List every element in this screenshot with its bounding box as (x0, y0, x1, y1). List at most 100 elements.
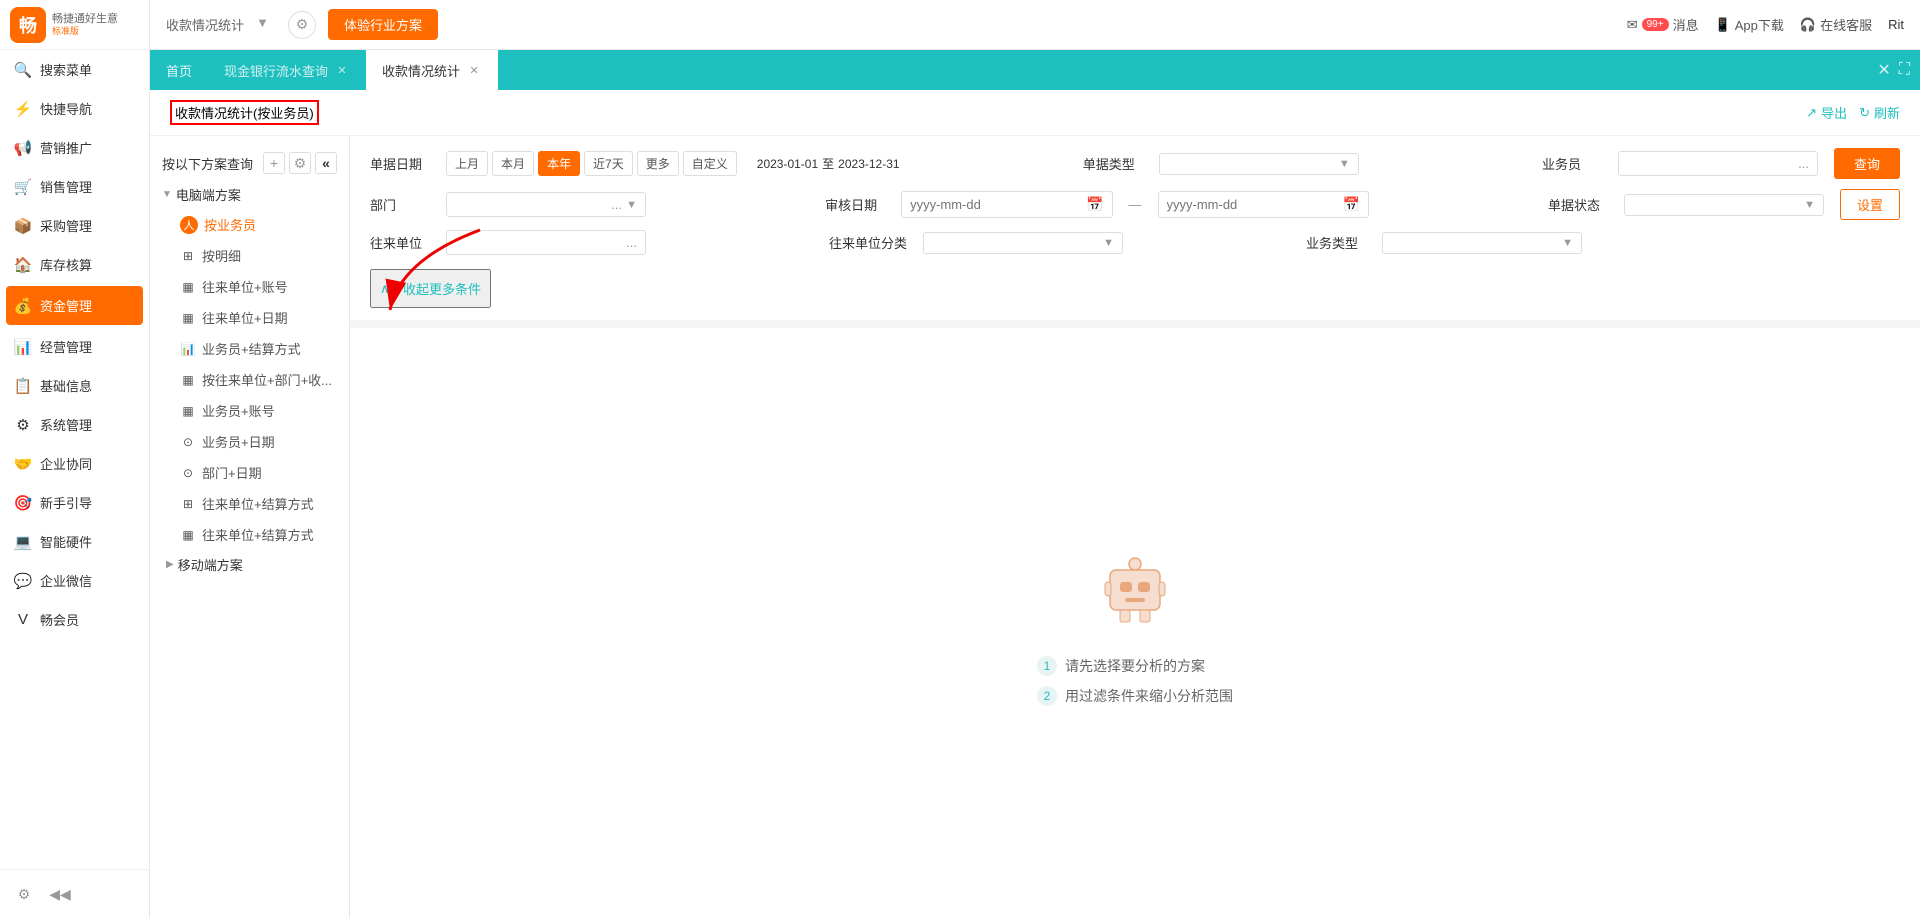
sales-icon: 🛒 (14, 178, 32, 196)
refresh-btn[interactable]: ↻ 刷新 (1859, 103, 1900, 122)
settings-icon[interactable]: ⚙ (10, 880, 38, 908)
tab-expand-icon[interactable]: ⛶ (1899, 61, 1910, 79)
grid-icon: ⊞ (180, 248, 196, 264)
finance-icon: 💰 (14, 297, 32, 315)
refresh-icon: ↻ (1859, 105, 1870, 121)
mobile-group-header[interactable]: ▶ 移动端方案 (150, 550, 349, 579)
partner-more-icon[interactable]: ... (626, 235, 637, 250)
tree-item-partner-dept[interactable]: ▦ 按往来单位+部门+收... (150, 364, 349, 395)
tab-close-all-icon[interactable]: ✕ (1877, 60, 1890, 80)
add-scheme-btn[interactable]: + (263, 152, 285, 174)
collapse-sidebar-icon[interactable]: ◀◀ (46, 880, 74, 908)
filter-row-1: 单据日期 上月 本月 本年 近7天 更多 自定义 2023-01-01 至 (370, 148, 1900, 179)
tree-item-partner-settlement2[interactable]: ▦ 往来单位+结算方式 (150, 519, 349, 550)
tab-home[interactable]: 首页 (150, 50, 208, 90)
sidebar-item-quick[interactable]: ⚡ 快捷导航 (0, 89, 149, 128)
sidebar-item-system[interactable]: ⚙ 系统管理 (0, 405, 149, 444)
desktop-group-header[interactable]: ▼ 电脑端方案 (150, 180, 349, 209)
right-panel: 单据日期 上月 本月 本年 近7天 更多 自定义 2023-01-01 至 (350, 136, 1920, 918)
collapse-panel-btn[interactable]: « (315, 152, 337, 174)
quick-icon: ⚡ (14, 100, 32, 118)
sidebar-item-hardware[interactable]: 💻 智能硬件 (0, 522, 149, 561)
dropdown-icon[interactable]: ▼ (256, 15, 276, 35)
sidebar-item-inventory[interactable]: 🏠 库存核算 (0, 245, 149, 284)
settings-scheme-btn[interactable]: ⚙ (289, 152, 311, 174)
date-btn-more[interactable]: 更多 (637, 151, 679, 176)
message-action[interactable]: ✉ 99+ 消息 (1627, 15, 1699, 34)
sidebar-item-guide[interactable]: 🎯 新手引导 (0, 483, 149, 522)
sidebar-item-corp[interactable]: 🤝 企业协同 (0, 444, 149, 483)
topbar: 收款情况统计 ▼ ⚙ 体验行业方案 ✉ 99+ 消息 📱 App下载 🎧 在线客… (150, 0, 1920, 50)
sidebar-item-basic[interactable]: 📋 基础信息 (0, 366, 149, 405)
page-body: 收款情况统计(按业务员) ↗ 导出 ↻ 刷新 按以下方案查询 + (150, 90, 1920, 918)
settings-gear-icon[interactable]: ⚙ (288, 11, 316, 39)
app-download-action[interactable]: 📱 App下载 (1715, 15, 1784, 34)
date-btn-7days[interactable]: 近7天 (584, 151, 633, 176)
doc-status-select[interactable]: ▼ (1624, 194, 1824, 216)
tab-bank-close[interactable]: ✕ (334, 62, 350, 78)
calendar-to-icon[interactable]: 📅 (1343, 196, 1360, 213)
user-avatar[interactable]: Rit (1888, 17, 1904, 32)
sidebar-item-sales[interactable]: 🛒 销售管理 (0, 167, 149, 206)
doc-type-select[interactable]: ▼ (1159, 153, 1359, 175)
salesperson-more-icon[interactable]: ... (1798, 156, 1809, 171)
date-btn-custom[interactable]: 自定义 (683, 151, 737, 176)
online-service-action[interactable]: 🎧 在线客服 (1800, 15, 1872, 34)
collapse-filters-btn[interactable]: ∧∧ 收起更多条件 (370, 269, 491, 308)
tab-collection-close[interactable]: ✕ (466, 62, 482, 78)
empty-illustration (1085, 540, 1185, 640)
tab-collection[interactable]: 收款情况统计 ✕ (366, 50, 498, 90)
wechat-icon: 💬 (14, 572, 32, 590)
tree-item-partner-date[interactable]: ▦ 往来单位+日期 (150, 302, 349, 333)
date-btn-this-month[interactable]: 本月 (492, 151, 534, 176)
partner-select[interactable]: ... (446, 230, 646, 255)
topbar-actions: ✉ 99+ 消息 📱 App下载 🎧 在线客服 Rit (1627, 15, 1904, 34)
review-date-from[interactable]: 📅 (901, 191, 1112, 218)
system-icon: ⚙ (14, 416, 32, 434)
sidebar-nav: ⚡ 快捷导航 📢 营销推广 🛒 销售管理 📦 采购管理 🏠 库存核算 💰 资金管… (0, 89, 149, 869)
dept-select[interactable]: ... ▼ (446, 192, 646, 217)
left-panel: 按以下方案查询 + ⚙ « ▼ 电脑端方案 人 按业务员 (150, 136, 350, 918)
tree-item-salesperson-account[interactable]: ▦ 业务员+账号 (150, 395, 349, 426)
biz-type-select[interactable]: ▼ (1382, 232, 1582, 254)
query-btn[interactable]: 查询 (1834, 148, 1900, 179)
logo-text: 畅捷通好生意 标准版 (52, 12, 118, 38)
basic-icon: 📋 (14, 377, 32, 395)
tree-item-dept-date[interactable]: ⊙ 部门+日期 (150, 457, 349, 488)
export-btn[interactable]: ↗ 导出 (1806, 103, 1847, 122)
tree-item-partner-account[interactable]: ▦ 往来单位+账号 (150, 271, 349, 302)
sidebar-item-finance[interactable]: 💰 资金管理 (6, 286, 143, 325)
chart-icon: 📊 (180, 341, 196, 357)
tree-item-salesperson[interactable]: 人 按业务员 (150, 209, 349, 240)
table2-icon: ▦ (180, 310, 196, 326)
salesperson-select[interactable]: ... (1618, 151, 1818, 176)
tab-bank[interactable]: 现金银行流水查询 ✕ (208, 50, 366, 90)
clock2-icon: ⊙ (180, 465, 196, 481)
tree-item-salesperson-date[interactable]: ⊙ 业务员+日期 (150, 426, 349, 457)
set-btn[interactable]: 设置 (1840, 189, 1900, 220)
panel-header: 按以下方案查询 + ⚙ « (150, 146, 349, 180)
marketing-icon: 📢 (14, 139, 32, 157)
search-menu-item[interactable]: 🔍 搜索菜单 (0, 50, 149, 89)
tree-item-partner-settlement1[interactable]: ⊞ 往来单位+结算方式 (150, 488, 349, 519)
sidebar-item-wechat[interactable]: 💬 企业微信 (0, 561, 149, 600)
sidebar-item-member[interactable]: V 畅会员 (0, 600, 149, 639)
review-date-to[interactable]: 📅 (1158, 191, 1369, 218)
sidebar-item-marketing[interactable]: 📢 营销推广 (0, 128, 149, 167)
tree-item-salesperson-settlement[interactable]: 📊 业务员+结算方式 (150, 333, 349, 364)
tree-item-detail[interactable]: ⊞ 按明细 (150, 240, 349, 271)
partner-category-select[interactable]: ▼ (923, 232, 1123, 254)
export-icon: ↗ (1806, 105, 1817, 121)
empty-tips: 1 请先选择要分析的方案 2 用过滤条件来缩小分析范围 (1037, 656, 1233, 706)
clock-icon: ⊙ (180, 434, 196, 450)
sidebar-item-operation[interactable]: 📊 经营管理 (0, 327, 149, 366)
tip-2: 2 用过滤条件来缩小分析范围 (1037, 686, 1233, 706)
sidebar-item-purchase[interactable]: 📦 采购管理 (0, 206, 149, 245)
date-btn-this-year[interactable]: 本年 (538, 151, 580, 176)
trial-btn[interactable]: 体验行业方案 (328, 9, 438, 40)
tabbar: 首页 现金银行流水查询 ✕ 收款情况统计 ✕ ✕ ⛶ (150, 50, 1920, 90)
calendar-from-icon[interactable]: 📅 (1086, 196, 1103, 213)
date-btn-last-month[interactable]: 上月 (446, 151, 488, 176)
sidebar: 畅 畅捷通好生意 标准版 🔍 搜索菜单 ⚡ 快捷导航 📢 营销推广 🛒 销售管理… (0, 0, 150, 918)
dept-more-icon[interactable]: ... (611, 197, 622, 212)
